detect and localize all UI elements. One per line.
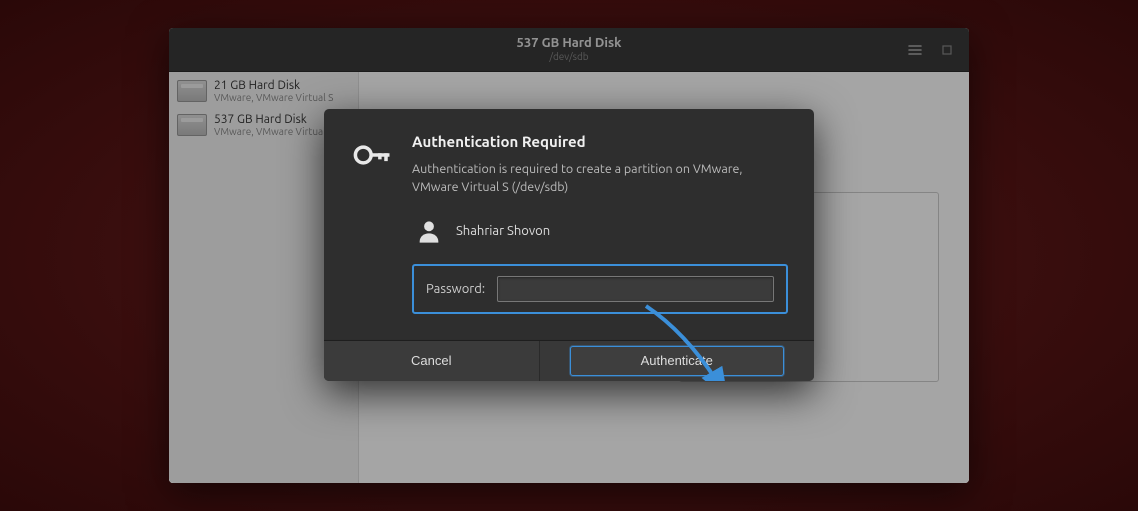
- dialog-actions: Cancel Authenticate: [324, 340, 814, 381]
- authentication-dialog: Authentication Required Authentication i…: [324, 108, 814, 380]
- password-label: Password:: [426, 282, 485, 296]
- avatar-icon: [414, 216, 444, 246]
- dialog-title: Authentication Required: [412, 132, 788, 149]
- disks-app-window: 537 GB Hard Disk /dev/sdb 21 GB Hard Dis…: [169, 28, 969, 483]
- password-row: Password:: [412, 264, 788, 314]
- authenticate-button[interactable]: Authenticate: [570, 346, 785, 376]
- password-input[interactable]: [497, 276, 774, 302]
- user-row: Shahriar Shovon: [412, 216, 788, 246]
- user-name: Shahriar Shovon: [456, 224, 550, 238]
- cancel-button[interactable]: Cancel: [324, 341, 540, 381]
- key-icon: [350, 132, 394, 176]
- dialog-message: Authentication is required to create a p…: [412, 159, 788, 195]
